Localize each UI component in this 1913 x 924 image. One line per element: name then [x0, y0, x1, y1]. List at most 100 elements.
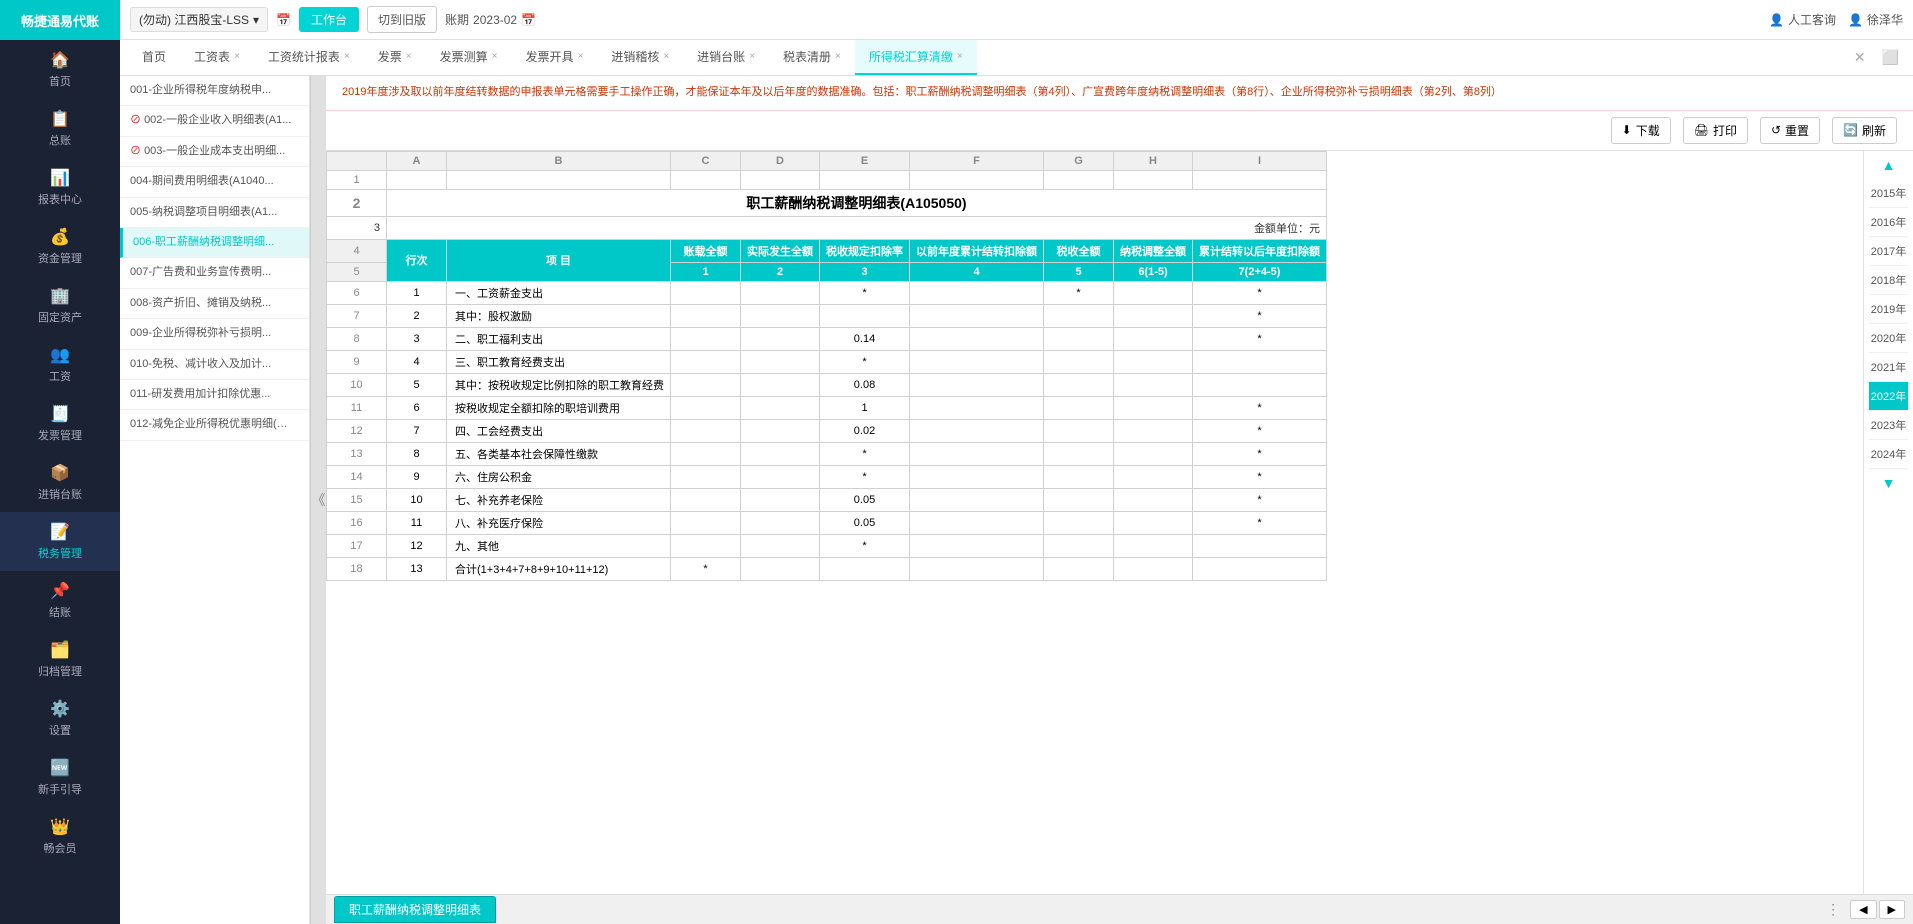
cell-col7[interactable] [1044, 350, 1114, 373]
cell-col6[interactable] [910, 442, 1044, 465]
download-button[interactable]: ⬇ 下载 [1611, 117, 1671, 144]
list-item-012[interactable]: 012-减免企业所得税优惠明细(… [120, 410, 309, 440]
cell-col7[interactable] [1044, 373, 1114, 396]
list-item-001[interactable]: 001-企业所得税年度纳税申... [120, 76, 309, 106]
cell-col5[interactable]: 0.14 [820, 327, 910, 350]
cell-col5[interactable]: * [820, 442, 910, 465]
year-btn-2023年[interactable]: 2023年 [1869, 411, 1908, 440]
cell-col5[interactable]: 0.05 [820, 511, 910, 534]
cell-col9[interactable]: * [1193, 419, 1327, 442]
cell-col6[interactable] [910, 511, 1044, 534]
cell-col9[interactable]: * [1193, 442, 1327, 465]
list-item-008[interactable]: 008-资产折旧、摊销及纳税... [120, 289, 309, 319]
cell-col9[interactable] [1193, 534, 1327, 557]
cell-col9[interactable]: * [1193, 511, 1327, 534]
sidebar-item-首页[interactable]: 🏠首页 [0, 40, 120, 99]
list-item-006[interactable]: 006-职工薪酬纳税调整明细... [120, 228, 309, 258]
cell-col6[interactable] [910, 488, 1044, 511]
list-item-004[interactable]: 004-期间费用明细表(A1040... [120, 167, 309, 197]
year-btn-2022年[interactable]: 2022年 [1869, 382, 1908, 411]
cell-col6[interactable] [910, 350, 1044, 373]
cell-col6[interactable] [910, 304, 1044, 327]
tab-进销稽核[interactable]: 进销稽核× [597, 40, 683, 75]
cell-col8[interactable] [1114, 488, 1193, 511]
cell-col9[interactable] [1193, 350, 1327, 373]
cell-col5[interactable]: 0.08 [820, 373, 910, 396]
cell-col3[interactable] [671, 373, 741, 396]
list-item-011[interactable]: 011-研发费用加计扣除优惠... [120, 380, 309, 410]
sidebar-item-报表中心[interactable]: 📊报表中心 [0, 158, 120, 217]
cell-col7[interactable]: * [1044, 281, 1114, 304]
cell-col3[interactable]: * [671, 557, 741, 580]
tab-close-icon[interactable]: × [406, 51, 412, 62]
cell-col4[interactable] [741, 557, 820, 580]
company-selector[interactable]: (勿动) 江西股宝-LSS ▾ [130, 7, 268, 32]
cell-col5[interactable] [820, 304, 910, 327]
year-btn-2015年[interactable]: 2015年 [1869, 179, 1908, 208]
cell-col4[interactable] [741, 419, 820, 442]
cell-col6[interactable] [910, 419, 1044, 442]
list-item-005[interactable]: 005-纳税调整项目明细表(A1... [120, 198, 309, 228]
cell-col6[interactable] [910, 281, 1044, 304]
tab-进销台账[interactable]: 进销台账× [683, 40, 769, 75]
cell-col9[interactable]: * [1193, 488, 1327, 511]
cell-col3[interactable] [671, 396, 741, 419]
cell-col9[interactable]: * [1193, 327, 1327, 350]
cell-col3[interactable] [671, 419, 741, 442]
maximize-icon[interactable]: ⬜ [1876, 49, 1905, 66]
year-scroll-up[interactable]: ▲ [1864, 151, 1913, 179]
tab-发票[interactable]: 发票× [364, 40, 426, 75]
year-btn-2020年[interactable]: 2020年 [1869, 324, 1908, 353]
year-btn-2017年[interactable]: 2017年 [1869, 237, 1908, 266]
cell-col4[interactable] [741, 281, 820, 304]
cell-col8[interactable] [1114, 557, 1193, 580]
cell-col3[interactable] [671, 511, 741, 534]
bottom-nav-left[interactable]: ◀ [1850, 900, 1876, 919]
reset-button[interactable]: ↺ 重置 [1760, 117, 1820, 144]
tab-close-icon[interactable]: × [344, 51, 350, 62]
cell-col8[interactable] [1114, 419, 1193, 442]
tab-首页[interactable]: 首页 [128, 40, 180, 75]
cell-col3[interactable] [671, 488, 741, 511]
close-tab-icon[interactable]: ✕ [1848, 49, 1872, 66]
cell-col9[interactable]: * [1193, 396, 1327, 419]
cell-col9[interactable]: * [1193, 281, 1327, 304]
support-link[interactable]: 👤 人工客询 [1769, 11, 1836, 28]
list-item-010[interactable]: 010-免税、减计收入及加计... [120, 350, 309, 380]
user-profile[interactable]: 👤 徐泽华 [1848, 11, 1903, 28]
tab-close-icon[interactable]: × [957, 51, 963, 62]
year-scroll-down[interactable]: ▼ [1864, 469, 1913, 497]
cell-col3[interactable] [671, 442, 741, 465]
cell-col3[interactable] [671, 304, 741, 327]
cell-col4[interactable] [741, 488, 820, 511]
sidebar-item-进销台账[interactable]: 📦进销台账 [0, 453, 120, 512]
sidebar-item-资金管理[interactable]: 💰资金管理 [0, 217, 120, 276]
cell-col7[interactable] [1044, 304, 1114, 327]
cell-col8[interactable] [1114, 304, 1193, 327]
bottom-nav-right[interactable]: ▶ [1879, 900, 1905, 919]
cell-col4[interactable] [741, 534, 820, 557]
cell-col7[interactable] [1044, 511, 1114, 534]
cell-col6[interactable] [910, 327, 1044, 350]
cell-col6[interactable] [910, 465, 1044, 488]
year-btn-2018年[interactable]: 2018年 [1869, 266, 1908, 295]
sidebar-item-畅会员[interactable]: 👑畅会员 [0, 807, 120, 866]
cell-col9[interactable]: * [1193, 304, 1327, 327]
cell-col8[interactable] [1114, 327, 1193, 350]
tab-发票开具[interactable]: 发票开具× [511, 40, 597, 75]
sidebar-item-设置[interactable]: ⚙️设置 [0, 689, 120, 748]
cell-col4[interactable] [741, 327, 820, 350]
tab-税表清册[interactable]: 税表清册× [769, 40, 855, 75]
list-item-009[interactable]: 009-企业所得税弥补亏损明... [120, 319, 309, 349]
cell-col5[interactable]: 0.02 [820, 419, 910, 442]
cell-col4[interactable] [741, 396, 820, 419]
cell-col8[interactable] [1114, 442, 1193, 465]
cell-col3[interactable] [671, 534, 741, 557]
cell-col8[interactable] [1114, 465, 1193, 488]
tab-发票测算[interactable]: 发票测算× [426, 40, 512, 75]
cell-col4[interactable] [741, 442, 820, 465]
list-item-002[interactable]: ⊘ 002-一般企业收入明细表(A1... [120, 106, 309, 136]
cell-col5[interactable] [820, 557, 910, 580]
list-item-003[interactable]: ⊘ 003-一般企业成本支出明细... [120, 137, 309, 167]
cell-col6[interactable] [910, 373, 1044, 396]
